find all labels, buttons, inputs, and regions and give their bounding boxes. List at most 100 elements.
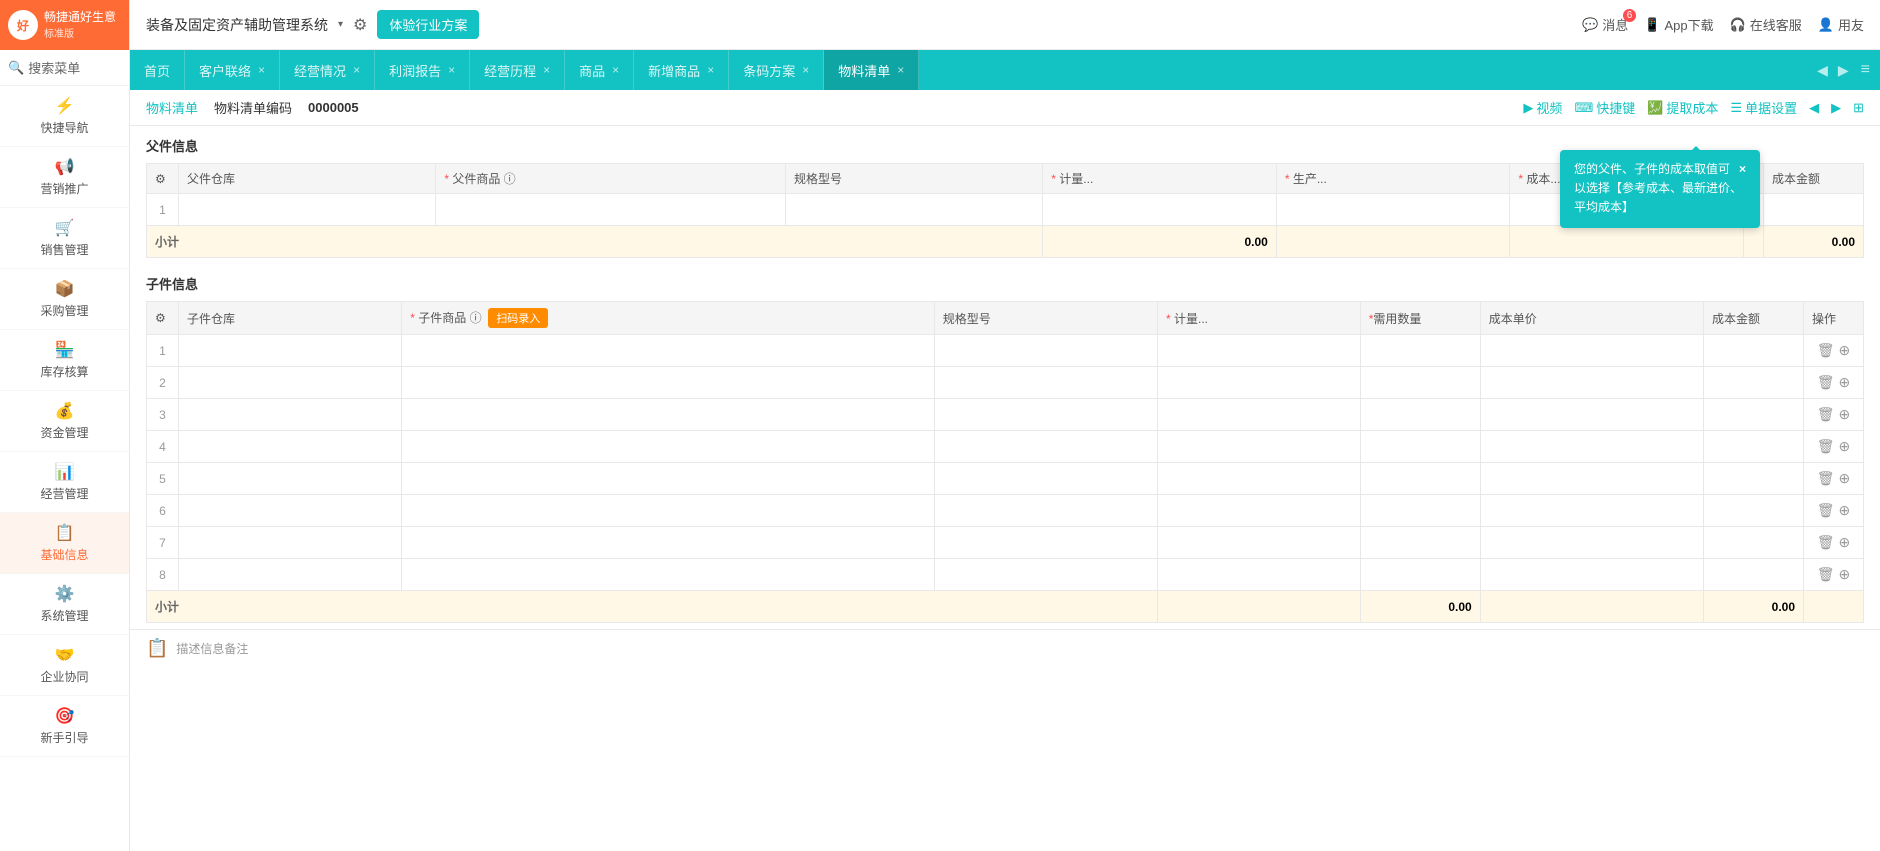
tab-operations-close[interactable]: × — [353, 63, 360, 77]
tab-customer[interactable]: 客户联络 × — [185, 50, 280, 90]
sys-dropdown-arrow[interactable]: ▾ — [338, 19, 343, 30]
child-row-6-unit[interactable] — [1158, 495, 1361, 527]
child-row-3-warehouse[interactable] — [179, 399, 402, 431]
child-row-4-unit-cost[interactable] — [1480, 431, 1703, 463]
parent-row-1-warehouse[interactable] — [179, 194, 436, 226]
tab-operations[interactable]: 经营情况 × — [280, 50, 375, 90]
sidebar-item-sales[interactable]: 🛒 销售管理 — [0, 208, 129, 269]
child-row-2-product[interactable] — [402, 367, 934, 399]
child-row-1-amount[interactable] — [1704, 335, 1804, 367]
child-row-3-delete[interactable]: 🗑 — [1817, 406, 1835, 423]
tab-prev-arrow[interactable]: ◀ — [1813, 60, 1832, 81]
sidebar-item-inventory[interactable]: 🏪 库存核算 — [0, 330, 129, 391]
child-row-6-unit-cost[interactable] — [1480, 495, 1703, 527]
child-row-8-warehouse[interactable] — [179, 559, 402, 591]
child-row-3-needed[interactable] — [1360, 399, 1480, 431]
child-row-5-needed[interactable] — [1360, 463, 1480, 495]
parent-row-1-amount[interactable] — [1764, 194, 1864, 226]
child-row-5-warehouse[interactable] — [179, 463, 402, 495]
sidebar-item-system[interactable]: ⚙️ 系统管理 — [0, 574, 129, 635]
tab-history[interactable]: 经营历程 × — [470, 50, 565, 90]
action-view[interactable]: ▶ 视频 — [1523, 98, 1562, 117]
child-row-7-unit-cost[interactable] — [1480, 527, 1703, 559]
child-row-8-unit-cost[interactable] — [1480, 559, 1703, 591]
child-row-7-amount[interactable] — [1704, 527, 1804, 559]
tab-customer-close[interactable]: × — [258, 63, 265, 77]
sidebar-item-guide[interactable]: 🎯 新手引导 — [0, 696, 129, 757]
child-row-2-warehouse[interactable] — [179, 367, 402, 399]
child-row-5-unit[interactable] — [1158, 463, 1361, 495]
child-row-4-spec[interactable] — [934, 431, 1157, 463]
page-nav-next[interactable]: ▶ — [1831, 100, 1841, 116]
sidebar-item-marketing[interactable]: 📢 营销推广 — [0, 147, 129, 208]
child-row-7-product[interactable] — [402, 527, 934, 559]
sidebar-item-quick-nav[interactable]: ⚡ 快捷导航 — [0, 86, 129, 147]
parent-row-1-production[interactable] — [1276, 194, 1510, 226]
child-row-5-copy[interactable]: ⊕ — [1839, 470, 1851, 487]
child-row-1-needed[interactable] — [1360, 335, 1480, 367]
child-row-8-product[interactable] — [402, 559, 934, 591]
child-row-3-amount[interactable] — [1704, 399, 1804, 431]
child-row-1-delete[interactable]: 🗑 — [1817, 342, 1835, 359]
child-row-4-product[interactable] — [402, 431, 934, 463]
child-row-2-spec[interactable] — [934, 367, 1157, 399]
tab-goods-close[interactable]: × — [612, 63, 619, 77]
tab-bom-close[interactable]: × — [897, 63, 904, 77]
sidebar-item-finance[interactable]: 💰 资金管理 — [0, 391, 129, 452]
message-button[interactable]: 💬 6 消息 — [1582, 15, 1628, 34]
page-nav-prev[interactable]: ◀ — [1809, 100, 1819, 116]
child-row-7-needed[interactable] — [1360, 527, 1480, 559]
tab-profit-close[interactable]: × — [448, 63, 455, 77]
child-row-3-unit[interactable] — [1158, 399, 1361, 431]
child-row-7-copy[interactable]: ⊕ — [1839, 534, 1851, 551]
child-row-7-spec[interactable] — [934, 527, 1157, 559]
scan-button[interactable]: 扫码录入 — [488, 308, 548, 328]
child-row-1-unit-cost[interactable] — [1480, 335, 1703, 367]
child-row-6-amount[interactable] — [1704, 495, 1804, 527]
child-row-8-copy[interactable]: ⊕ — [1839, 566, 1851, 583]
child-row-2-unit-cost[interactable] — [1480, 367, 1703, 399]
tab-history-close[interactable]: × — [543, 63, 550, 77]
child-row-2-needed[interactable] — [1360, 367, 1480, 399]
child-row-8-unit[interactable] — [1158, 559, 1361, 591]
child-row-1-spec[interactable] — [934, 335, 1157, 367]
child-row-5-amount[interactable] — [1704, 463, 1804, 495]
child-row-8-spec[interactable] — [934, 559, 1157, 591]
child-row-7-delete[interactable]: 🗑 — [1817, 534, 1835, 551]
child-row-6-product[interactable] — [402, 495, 934, 527]
sidebar-item-basic-info[interactable]: 📋 基础信息 — [0, 513, 129, 574]
sidebar-item-enterprise[interactable]: 🤝 企业协同 — [0, 635, 129, 696]
child-row-4-amount[interactable] — [1704, 431, 1804, 463]
child-row-3-product[interactable] — [402, 399, 934, 431]
child-row-2-copy[interactable]: ⊕ — [1839, 374, 1851, 391]
child-row-5-product[interactable] — [402, 463, 934, 495]
child-row-8-needed[interactable] — [1360, 559, 1480, 591]
child-row-1-product[interactable] — [402, 335, 934, 367]
child-row-3-copy[interactable]: ⊕ — [1839, 406, 1851, 423]
child-row-4-needed[interactable] — [1360, 431, 1480, 463]
child-row-6-needed[interactable] — [1360, 495, 1480, 527]
experience-button[interactable]: 体验行业方案 — [377, 10, 479, 39]
sidebar-item-operations[interactable]: 📊 经营管理 — [0, 452, 129, 513]
close-all-tabs[interactable]: ≡ — [1855, 61, 1876, 79]
sidebar-item-purchase[interactable]: 📦 采购管理 — [0, 269, 129, 330]
child-row-8-delete[interactable]: 🗑 — [1817, 566, 1835, 583]
child-row-6-spec[interactable] — [934, 495, 1157, 527]
child-row-7-warehouse[interactable] — [179, 527, 402, 559]
action-settings[interactable]: ☰ 单据设置 — [1730, 98, 1797, 117]
child-row-5-unit-cost[interactable] — [1480, 463, 1703, 495]
child-row-8-amount[interactable] — [1704, 559, 1804, 591]
parent-row-1-product[interactable] — [436, 194, 786, 226]
tab-profit[interactable]: 利润报告 × — [375, 50, 470, 90]
child-row-4-copy[interactable]: ⊕ — [1839, 438, 1851, 455]
list-view-icon[interactable]: ⊞ — [1853, 100, 1864, 116]
tooltip-close-btn[interactable]: × — [1739, 160, 1746, 179]
parent-row-1-unit[interactable] — [1043, 194, 1277, 226]
child-row-1-copy[interactable]: ⊕ — [1839, 342, 1851, 359]
parent-row-1-spec[interactable] — [785, 194, 1042, 226]
child-row-1-unit[interactable] — [1158, 335, 1361, 367]
tab-next-arrow[interactable]: ▶ — [1834, 60, 1853, 81]
child-row-5-spec[interactable] — [934, 463, 1157, 495]
child-row-4-delete[interactable]: 🗑 — [1817, 438, 1835, 455]
user-button[interactable]: 👤 用友 — [1818, 15, 1864, 34]
